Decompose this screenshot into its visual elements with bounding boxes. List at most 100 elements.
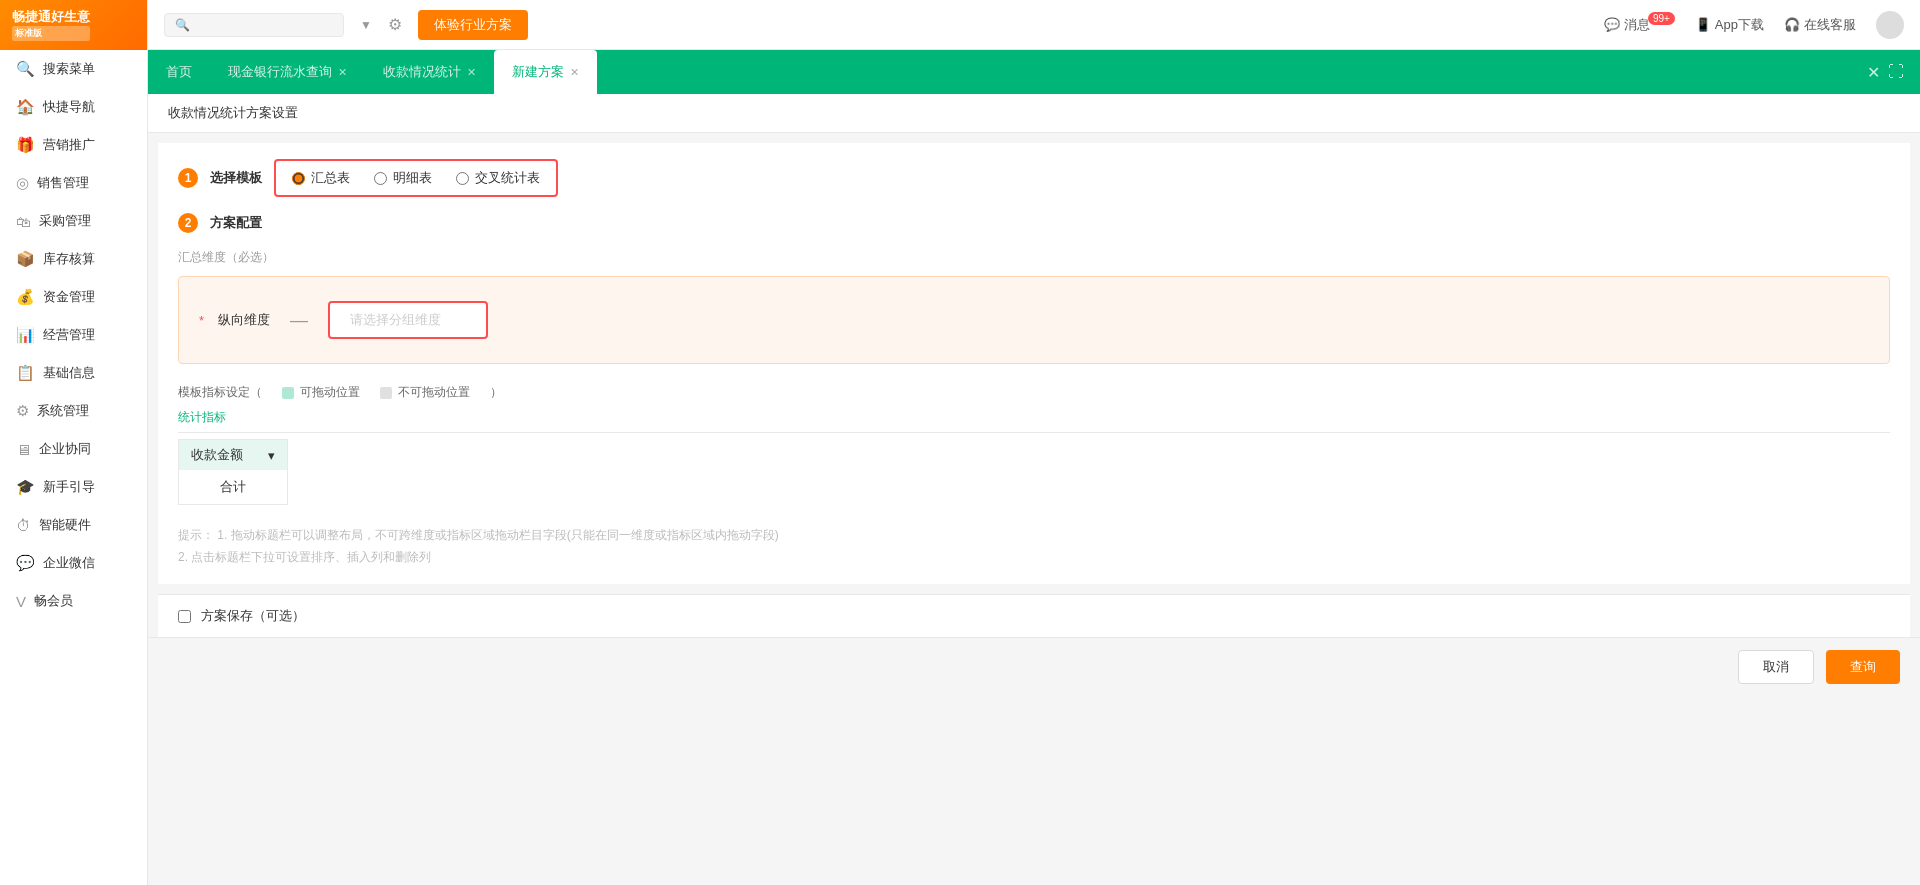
legend-draggable: 可拖动位置 <box>282 384 360 401</box>
radio-detail-input[interactable] <box>374 172 387 185</box>
sidebar-label-5: 库存核算 <box>43 250 95 268</box>
sidebar: 畅捷通好生意 标准版 🔍搜索菜单🏠快捷导航🎁营销推广◎销售管理 🛍 采购管理 📦 库存核… <box>0 0 148 885</box>
sidebar-item-13[interactable]: 💬企业微信 <box>0 544 147 582</box>
radio-crosstab[interactable]: 交叉统计表 <box>456 169 540 187</box>
radio-summary[interactable]: 汇总表 <box>292 169 350 187</box>
metrics-stat-label: 统计指标 <box>178 409 1890 433</box>
sidebar-item-6[interactable]: 💰 资金管理 <box>0 278 147 316</box>
download-label: App下载 <box>1715 16 1764 34</box>
topbar-search[interactable]: 🔍 <box>164 13 344 37</box>
form-section: 1 选择模板 汇总表 明细表 交叉统计表 <box>158 143 1910 584</box>
step1-label: 选择模板 <box>210 169 262 187</box>
dim-arrow-icon: — <box>290 310 308 331</box>
sidebar-item-12[interactable]: ⏱智能硬件 <box>0 506 147 544</box>
app-logo: 畅捷通好生意 标准版 <box>0 0 147 50</box>
radio-crosstab-input[interactable] <box>456 172 469 185</box>
cancel-button[interactable]: 取消 <box>1738 650 1814 684</box>
page-title-bar: 收款情况统计方案设置 <box>148 94 1920 133</box>
dim-select-box[interactable]: 请选择分组维度 <box>328 301 488 339</box>
search-icon: 🔍 <box>175 18 190 32</box>
dim-vertical-label: 纵向维度 <box>218 311 270 329</box>
metrics-section-close: ） <box>490 384 502 401</box>
query-button[interactable]: 查询 <box>1826 650 1900 684</box>
tab-bank-flow[interactable]: 现金银行流水查询 ✕ <box>210 50 365 94</box>
save-checkbox[interactable] <box>178 610 191 623</box>
tab-home-label: 首页 <box>166 63 192 81</box>
tab-new-scheme[interactable]: 新建方案 ✕ <box>494 50 597 94</box>
metrics-card-header[interactable]: 收款金额 ▾ <box>179 440 287 470</box>
notification-item[interactable]: 💬 消息 99+ <box>1604 16 1675 34</box>
metrics-legend: 模板指标设定（ 可拖动位置 不可拖动位置 ） <box>178 384 1890 401</box>
sidebar-item-0[interactable]: 🔍搜索菜单 <box>0 50 147 88</box>
sidebar-label-4: 采购管理 <box>39 212 91 230</box>
step2-badge: 2 <box>178 213 198 233</box>
tab-receipt-stats[interactable]: 收款情况统计 ✕ <box>365 50 494 94</box>
legend-fixed-dot <box>380 387 392 399</box>
user-avatar[interactable] <box>1876 11 1904 39</box>
step2-row: 2 方案配置 <box>178 213 1890 233</box>
legend-draggable-dot <box>282 387 294 399</box>
main-area: 🔍 ▼ ⚙ 体验行业方案 💬 消息 99+ 📱 App下载 🎧 在线客服 <box>148 0 1920 885</box>
sidebar-label-7: 经营管理 <box>43 326 95 344</box>
radio-summary-input[interactable] <box>292 172 305 185</box>
sidebar-item-2[interactable]: 🎁营销推广 <box>0 126 147 164</box>
metrics-section: 模板指标设定（ 可拖动位置 不可拖动位置 ） 统计指标 收款金额 <box>178 384 1890 568</box>
step2-label: 方案配置 <box>210 214 262 232</box>
sidebar-icon-5: 📦 <box>16 250 35 268</box>
tab-expand-icon[interactable]: ⛶ <box>1888 63 1904 81</box>
tab-bank-flow-close[interactable]: ✕ <box>338 66 347 79</box>
tab-close-all-icon[interactable]: ✕ <box>1867 63 1880 82</box>
sidebar-icon-4: 🛍 <box>16 213 31 230</box>
sidebar-item-10[interactable]: 🖥企业协同 <box>0 430 147 468</box>
sidebar-label-6: 资金管理 <box>43 288 95 306</box>
sidebar-item-8[interactable]: 📋 基础信息 <box>0 354 147 392</box>
metrics-card-body: 合计 <box>179 470 287 504</box>
service-label: 在线客服 <box>1804 16 1856 34</box>
dimension-title: 汇总维度（必选） <box>178 249 1890 266</box>
dim-select-placeholder: 请选择分组维度 <box>350 312 441 327</box>
radio-detail-label[interactable]: 明细表 <box>393 169 432 187</box>
industry-btn[interactable]: 体验行业方案 <box>418 10 528 40</box>
legend-draggable-label: 可拖动位置 <box>300 384 360 401</box>
sidebar-item-9[interactable]: ⚙系统管理 <box>0 392 147 430</box>
template-options: 汇总表 明细表 交叉统计表 <box>274 159 558 197</box>
tab-right-actions: ✕ ⛶ <box>1867 63 1920 82</box>
dim-required-star: * <box>199 313 204 328</box>
service-item[interactable]: 🎧 在线客服 <box>1784 16 1856 34</box>
legend-fixed: 不可拖动位置 <box>380 384 470 401</box>
sidebar-item-7[interactable]: 📊经营管理 <box>0 316 147 354</box>
metrics-card-header-text: 收款金额 <box>191 446 243 464</box>
radio-crosstab-label[interactable]: 交叉统计表 <box>475 169 540 187</box>
sidebar-item-14[interactable]: V畅会员 <box>0 582 147 620</box>
tip-1: 提示： 1. 拖动标题栏可以调整布局，不可跨维度或指标区域拖动栏目字段(只能在同… <box>178 525 1890 547</box>
radio-detail[interactable]: 明细表 <box>374 169 432 187</box>
topbar-dropdown-arrow[interactable]: ▼ <box>360 18 372 32</box>
dimension-title-text: 汇总维度（必选） <box>178 250 274 264</box>
tab-home[interactable]: 首页 <box>148 50 210 94</box>
sidebar-label-8: 基础信息 <box>43 364 95 382</box>
sidebar-icon-6: 💰 <box>16 288 35 306</box>
tab-new-scheme-close[interactable]: ✕ <box>570 66 579 79</box>
sidebar-icon-13: 💬 <box>16 554 35 572</box>
sidebar-icon-2: 🎁 <box>16 136 35 154</box>
sidebar-icon-9: ⚙ <box>16 402 29 420</box>
sidebar-item-11[interactable]: 🎓新手引导 <box>0 468 147 506</box>
sidebar-item-1[interactable]: 🏠快捷导航 <box>0 88 147 126</box>
tab-new-scheme-label: 新建方案 <box>512 63 564 81</box>
sidebar-icon-8: 📋 <box>16 364 35 382</box>
sidebar-item-3[interactable]: ◎销售管理 <box>0 164 147 202</box>
sidebar-item-4[interactable]: 🛍 采购管理 <box>0 202 147 240</box>
tab-receipt-stats-close[interactable]: ✕ <box>467 66 476 79</box>
sidebar-icon-1: 🏠 <box>16 98 35 116</box>
metrics-card-dropdown-icon[interactable]: ▾ <box>268 448 275 463</box>
sidebar-label-0: 搜索菜单 <box>43 60 95 78</box>
notification-badge: 99+ <box>1648 12 1675 25</box>
metrics-card: 收款金额 ▾ 合计 <box>178 439 288 505</box>
radio-summary-label[interactable]: 汇总表 <box>311 169 350 187</box>
step1-row: 1 选择模板 汇总表 明细表 交叉统计表 <box>178 159 1890 197</box>
download-item[interactable]: 📱 App下载 <box>1695 16 1764 34</box>
tab-receipt-stats-label: 收款情况统计 <box>383 63 461 81</box>
sidebar-label-14: 畅会员 <box>34 592 73 610</box>
topbar-gear-icon[interactable]: ⚙ <box>388 15 402 34</box>
sidebar-item-5[interactable]: 📦 库存核算 <box>0 240 147 278</box>
